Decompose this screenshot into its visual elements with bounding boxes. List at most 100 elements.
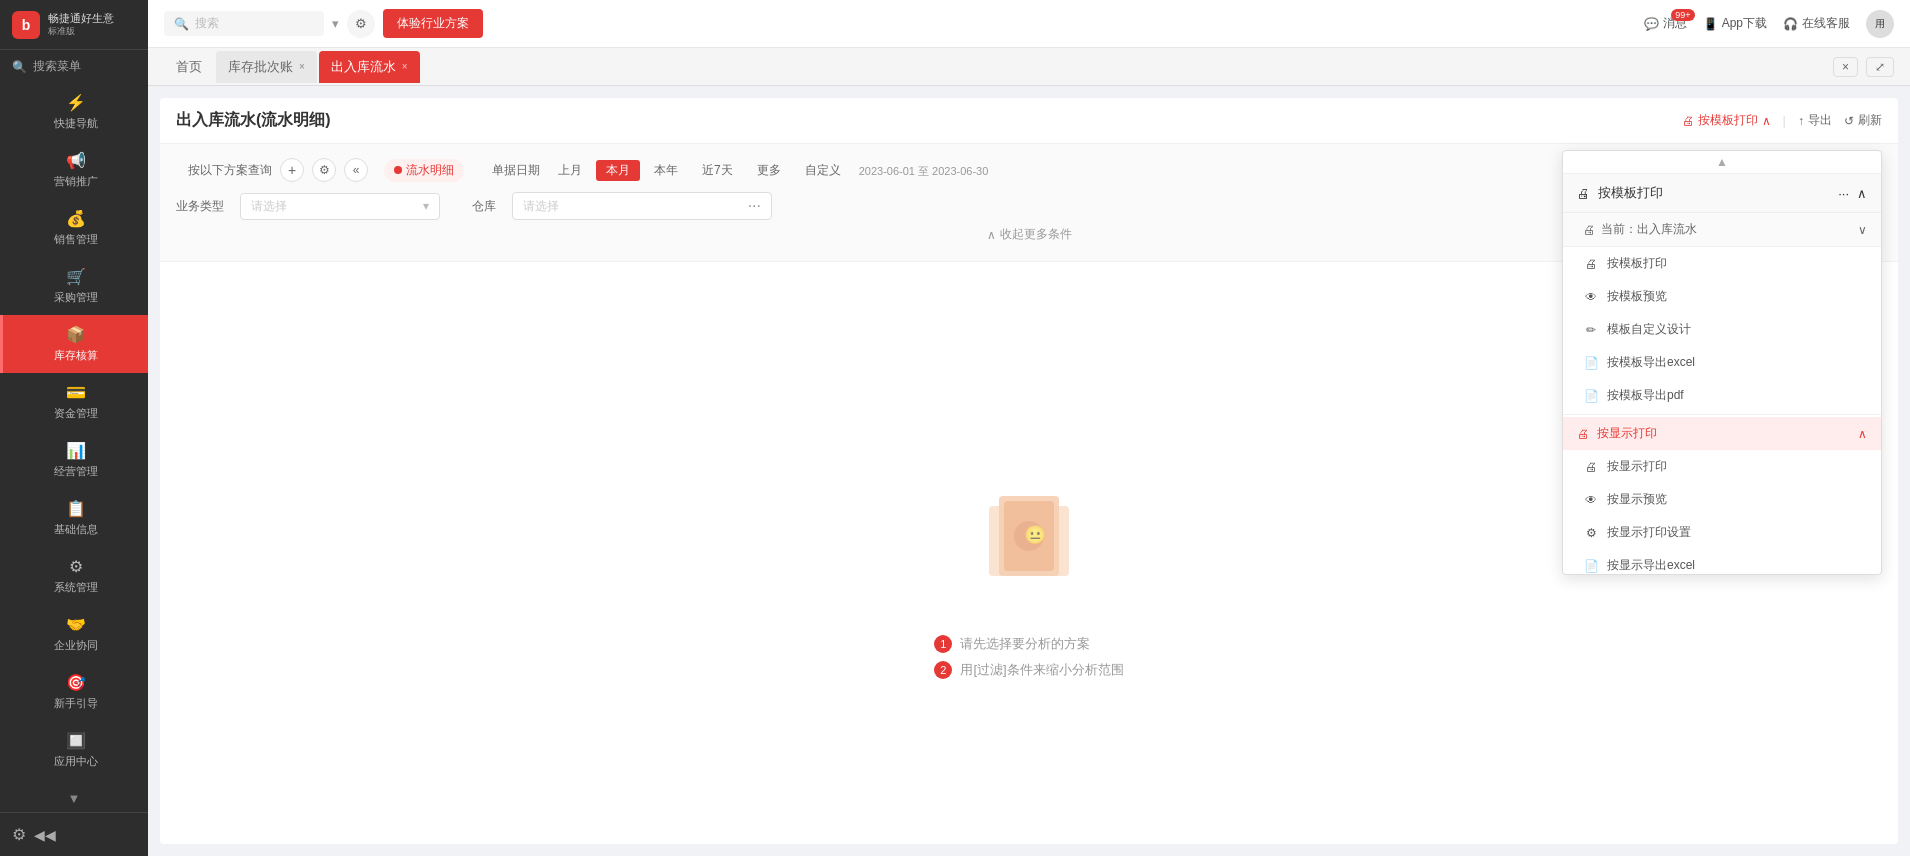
tab-home[interactable]: 首页 (164, 51, 214, 83)
sidebar-item-purchase[interactable]: 🛒 采购管理 (0, 257, 148, 315)
message-badge: 99+ (1671, 9, 1694, 21)
template-design-label: 模板自定义设计 (1607, 321, 1691, 338)
date-tag-custom[interactable]: 自定义 (795, 160, 851, 181)
filter-chip-flow-detail[interactable]: 流水明细 (384, 159, 464, 182)
svg-text:😐: 😐 (1024, 524, 1047, 546)
app-name: 畅捷通好生意 (48, 11, 114, 25)
sidebar-item-quick-nav[interactable]: ⚡ 快捷导航 (0, 83, 148, 141)
empty-tips: 1 请先选择要分析的方案 2 用[过滤]条件来缩小分析范围 (934, 635, 1123, 679)
user-avatar[interactable]: 用 (1866, 10, 1894, 38)
tab-maximize-button[interactable]: ⤢ (1866, 57, 1894, 77)
display-print-label: 按显示打印 (1607, 458, 1667, 475)
app-download-button[interactable]: 📱 App下载 (1703, 15, 1767, 32)
chip-label: 流水明细 (406, 162, 454, 179)
refresh-button[interactable]: ↺ 刷新 (1844, 112, 1882, 129)
topbar: 🔍 搜索 ▾ ⚙ 体验行业方案 💬 消息 99+ 📱 App下载 🎧 在线客服 (148, 0, 1910, 48)
display-section-chevron: ∧ (1858, 427, 1867, 441)
refresh-icon: ↺ (1844, 114, 1854, 128)
dropdown-scroll-area: 🖨 按模板打印 ··· ∧ 🖨 当前：出入库流水 ∨ (1563, 174, 1881, 574)
template-design-icon: ✏ (1583, 322, 1599, 338)
message-button[interactable]: 💬 消息 99+ (1644, 15, 1687, 32)
sidebar-item-beginner[interactable]: 🎯 新手引导 (0, 663, 148, 721)
page-actions: 🖨 按模板打印 ∧ | ↑ 导出 ↺ 刷新 (1682, 112, 1882, 129)
dropdown-item-display-settings[interactable]: ⚙ 按显示打印设置 (1563, 516, 1881, 549)
dropdown-up-icon[interactable]: ∧ (1857, 186, 1867, 201)
sidebar-item-label: 快捷导航 (54, 116, 98, 131)
tab-inventory-batch[interactable]: 库存批次账 × (216, 51, 317, 83)
dropdown-title: 按模板打印 (1598, 184, 1663, 202)
dropdown-template-header[interactable]: 🖨 按模板打印 ··· ∧ (1563, 174, 1881, 213)
filter-add-button[interactable]: + (280, 158, 304, 182)
print-template-button[interactable]: 🖨 按模板打印 ∧ (1682, 112, 1771, 129)
sidebar-search[interactable]: 🔍 搜索菜单 (0, 50, 148, 83)
dropdown-item-display-excel[interactable]: 📄 按显示导出excel (1563, 549, 1881, 574)
sidebar-item-basic-info[interactable]: 📋 基础信息 (0, 489, 148, 547)
dropdown-item-template-preview[interactable]: 👁 按模板预览 (1563, 280, 1881, 313)
sidebar-settings-icon[interactable]: ⚙ (12, 825, 26, 844)
tab-inventory-flow[interactable]: 出入库流水 × (319, 51, 420, 83)
business-type-input[interactable]: 请选择 ▾ (240, 193, 440, 220)
topbar-search-box[interactable]: 🔍 搜索 (164, 11, 324, 36)
display-settings-icon: ⚙ (1583, 525, 1599, 541)
export-button[interactable]: ↑ 导出 (1798, 112, 1832, 129)
sidebar-item-label: 基础信息 (54, 522, 98, 537)
filter-settings-button[interactable]: ⚙ (312, 158, 336, 182)
date-tag-this-month[interactable]: 本月 (596, 160, 640, 181)
dropdown-item-template-design[interactable]: ✏ 模板自定义设计 (1563, 313, 1881, 346)
app-logo-icon: b (12, 11, 40, 39)
collapse-more-label: 收起更多条件 (1000, 226, 1072, 243)
sidebar-item-marketing[interactable]: 📢 营销推广 (0, 141, 148, 199)
template-print-icon: 🖨 (1583, 256, 1599, 272)
display-excel-label: 按显示导出excel (1607, 557, 1695, 574)
sidebar-item-collaboration[interactable]: 🤝 企业协同 (0, 605, 148, 663)
date-tag-last-7-days[interactable]: 近7天 (692, 160, 743, 181)
date-tag-more[interactable]: 更多 (747, 160, 791, 181)
message-icon: 💬 (1644, 17, 1659, 31)
sidebar-collapse-icon[interactable]: ◀◀ (34, 827, 56, 843)
sidebar-item-system[interactable]: ⚙ 系统管理 (0, 547, 148, 605)
dropdown-item-template-pdf[interactable]: 📄 按模板导出pdf (1563, 379, 1881, 412)
sidebar-item-operations[interactable]: 📊 经营管理 (0, 431, 148, 489)
warehouse-input[interactable]: 请选择 ··· (512, 192, 772, 220)
sidebar-item-label: 资金管理 (54, 406, 98, 421)
dropdown-item-display-print[interactable]: 🖨 按显示打印 (1563, 450, 1881, 483)
dropdown-current-item[interactable]: 🖨 当前：出入库流水 ∨ (1563, 213, 1881, 247)
current-label: 当前：出入库流水 (1601, 221, 1697, 238)
dropdown-scroll-up[interactable]: ▲ (1563, 151, 1881, 174)
chip-dot (394, 166, 402, 174)
display-preview-label: 按显示预览 (1607, 491, 1667, 508)
dropdown-item-template-print[interactable]: 🖨 按模板打印 (1563, 247, 1881, 280)
sidebar-item-app-center[interactable]: 🔲 应用中心 (0, 721, 148, 779)
trial-button[interactable]: 体验行业方案 (383, 9, 483, 38)
tab-close-all-button[interactable]: × (1833, 57, 1858, 77)
date-tag-last-month[interactable]: 上月 (548, 160, 592, 181)
tab-close-inventory-batch[interactable]: × (299, 61, 305, 72)
topbar-gear-button[interactable]: ⚙ (347, 10, 375, 38)
topbar-dropdown-icon[interactable]: ▾ (332, 16, 339, 31)
print-chevron-icon: ∧ (1762, 114, 1771, 128)
warehouse-more-icon[interactable]: ··· (748, 197, 761, 215)
tip-text-1: 请先选择要分析的方案 (960, 635, 1090, 653)
sales-icon: 💰 (66, 209, 86, 228)
warehouse-label: 仓库 (472, 198, 496, 215)
inventory-flow-tab-label: 出入库流水 (331, 58, 396, 76)
online-service-button[interactable]: 🎧 在线客服 (1783, 15, 1850, 32)
sidebar-item-inventory[interactable]: 📦 库存核算 (0, 315, 148, 373)
page-header: 出入库流水(流水明细) 🖨 按模板打印 ∧ | ↑ 导出 ↺ 刷新 (160, 98, 1898, 144)
sidebar-item-label: 采购管理 (54, 290, 98, 305)
dropdown-display-section-header[interactable]: 🖨 按显示打印 ∧ (1563, 417, 1881, 450)
app-badge: 标准版 (48, 25, 114, 38)
sidebar-scroll-down[interactable]: ▼ (0, 785, 148, 812)
dropdown-item-template-excel[interactable]: 📄 按模板导出excel (1563, 346, 1881, 379)
display-section-icon: 🖨 (1577, 427, 1589, 441)
dropdown-item-display-preview[interactable]: 👁 按显示预览 (1563, 483, 1881, 516)
filter-collapse-button[interactable]: « (344, 158, 368, 182)
tab-close-inventory-flow[interactable]: × (402, 61, 408, 72)
sidebar-item-sales[interactable]: 💰 销售管理 (0, 199, 148, 257)
gear-icon: ⚙ (355, 16, 367, 31)
page-title: 出入库流水(流水明细) (176, 110, 331, 131)
date-filter-label: 单据日期 (492, 162, 540, 179)
tabs-right-actions: × ⤢ (1833, 57, 1894, 77)
date-tag-this-year[interactable]: 本年 (644, 160, 688, 181)
sidebar-item-funds[interactable]: 💳 资金管理 (0, 373, 148, 431)
